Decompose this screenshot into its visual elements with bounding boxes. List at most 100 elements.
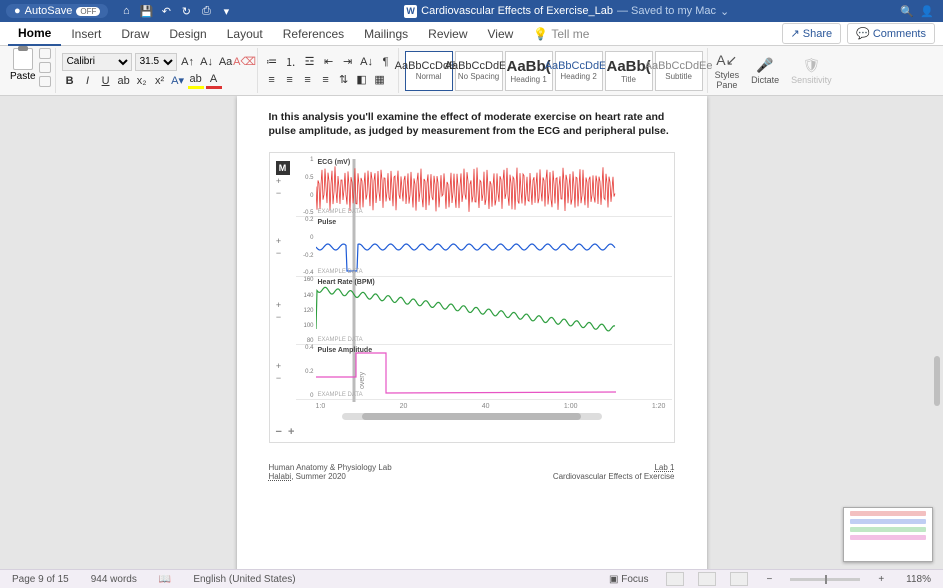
time-axis: 1:020401:001:20	[316, 403, 666, 410]
styles-pane-button[interactable]: A↙Styles Pane	[710, 52, 745, 90]
tab-design[interactable]: Design	[159, 23, 216, 45]
tab-review[interactable]: Review	[418, 23, 477, 45]
style-no-spacing[interactable]: AaBbCcDdEeNo Spacing	[455, 51, 503, 91]
track-zoom-out-icon[interactable]: −	[274, 248, 284, 258]
tab-draw[interactable]: Draw	[111, 23, 159, 45]
intro-paragraph[interactable]: In this analysis you'll examine the effe…	[269, 110, 675, 138]
decrease-font-icon[interactable]: A↓	[199, 54, 215, 70]
document-canvas[interactable]: In this analysis you'll examine the effe…	[0, 96, 943, 569]
tell-me[interactable]: 💡 Tell me	[523, 23, 599, 45]
multilevel-icon[interactable]: ☲	[302, 54, 318, 70]
tab-layout[interactable]: Layout	[217, 23, 273, 45]
font-name-select[interactable]: Calibri	[62, 53, 132, 71]
font-color-icon[interactable]: A	[206, 73, 222, 89]
share-button[interactable]: ↗ Share	[782, 23, 842, 44]
view-web-icon[interactable]	[730, 572, 748, 586]
view-read-icon[interactable]	[666, 572, 684, 586]
track-zoom-out-icon[interactable]: −	[274, 188, 284, 198]
line-spacing-icon[interactable]: ⇅	[336, 72, 352, 88]
tab-view[interactable]: View	[478, 23, 524, 45]
increase-indent-icon[interactable]: ⇥	[340, 54, 356, 70]
dictate-button[interactable]: 🎤Dictate	[746, 57, 784, 85]
tab-insert[interactable]: Insert	[61, 23, 111, 45]
font-size-select[interactable]: 31.5	[135, 53, 177, 71]
redo-icon[interactable]: ↻	[178, 5, 194, 18]
italic-button[interactable]: I	[80, 73, 96, 89]
subscript-button[interactable]: x₂	[134, 73, 150, 89]
footer-author: Halabi	[269, 472, 292, 481]
title-bar: ●AutoSave OFF ⌂ 💾 ↶ ↻ ⎙ ▾ W Cardiovascul…	[0, 0, 943, 22]
title-chevron-icon[interactable]: ⌄	[720, 5, 729, 18]
autosave-toggle[interactable]: ●AutoSave OFF	[6, 4, 108, 18]
style-subtitle[interactable]: AaBbCcDdEeSubtitle	[655, 51, 703, 91]
clear-format-icon[interactable]: A⌫	[237, 54, 253, 70]
change-case-icon[interactable]: Aa	[218, 54, 234, 70]
example-data-watermark: EXAMPLE DATA	[318, 392, 363, 398]
styles-gallery[interactable]: AaBbCcDdEeNormalAaBbCcDdEeNo SpacingAaBb…	[401, 48, 708, 93]
align-right-icon[interactable]: ≡	[300, 72, 316, 88]
chart-label: Heart Rate (BPM)	[318, 279, 375, 286]
chart-label: ECG (mV)	[318, 159, 351, 166]
track-zoom-in-icon[interactable]: +	[274, 300, 284, 310]
chart-track-2: +−16014012010080Heart Rate (BPM)EXAMPLE …	[296, 277, 672, 345]
page-thumbnail[interactable]	[843, 507, 933, 562]
zoom-out-icon[interactable]: −	[276, 426, 282, 438]
track-zoom-in-icon[interactable]: +	[274, 176, 284, 186]
account-icon[interactable]: 👤	[919, 5, 935, 18]
zoom-in-icon[interactable]: +	[288, 426, 294, 438]
copy-icon[interactable]	[39, 62, 51, 73]
align-left-icon[interactable]: ≡	[264, 72, 280, 88]
borders-icon[interactable]: ▦	[372, 72, 388, 88]
pilcrow-icon[interactable]: ¶	[378, 54, 394, 70]
paste-button[interactable]: Paste	[10, 48, 36, 82]
shading-icon[interactable]: ◧	[354, 72, 370, 88]
sort-icon[interactable]: A↓	[359, 54, 375, 70]
view-print-icon[interactable]	[698, 572, 716, 586]
zoom-slider[interactable]	[790, 578, 860, 581]
tab-references[interactable]: References	[273, 23, 354, 45]
comments-button[interactable]: 💬 Comments	[847, 23, 935, 44]
bullets-icon[interactable]: ≔	[264, 54, 280, 70]
tab-mailings[interactable]: Mailings	[354, 23, 418, 45]
style-heading-2[interactable]: AaBbCcDdEeHeading 2	[555, 51, 603, 91]
increase-font-icon[interactable]: A↑	[180, 54, 196, 70]
status-page[interactable]: Page 9 of 15	[8, 574, 73, 585]
document-page[interactable]: In this analysis you'll examine the effe…	[237, 96, 707, 569]
spellcheck-icon[interactable]: 📖	[155, 574, 175, 585]
tab-home[interactable]: Home	[8, 22, 61, 46]
bold-button[interactable]: B	[62, 73, 78, 89]
print-icon[interactable]: ⎙	[198, 5, 214, 18]
strike-button[interactable]: ab	[116, 73, 132, 89]
status-bar: Page 9 of 15 944 words 📖 English (United…	[0, 569, 943, 588]
track-zoom-in-icon[interactable]: +	[274, 236, 284, 246]
superscript-button[interactable]: x²	[152, 73, 168, 89]
align-center-icon[interactable]: ≡	[282, 72, 298, 88]
vertical-scrollbar[interactable]	[932, 96, 942, 569]
chevron-down-icon[interactable]: ▾	[218, 5, 234, 18]
track-zoom-out-icon[interactable]: −	[274, 312, 284, 322]
status-word-count[interactable]: 944 words	[87, 574, 141, 585]
track-zoom-out-icon[interactable]: −	[274, 373, 284, 383]
home-icon[interactable]: ⌂	[118, 5, 134, 17]
zoom-in-button[interactable]: +	[874, 574, 888, 585]
highlight-icon[interactable]: ab	[188, 73, 204, 89]
numbering-icon[interactable]: ⒈	[283, 54, 299, 70]
chart-horizontal-scrollbar[interactable]	[342, 413, 602, 420]
justify-icon[interactable]: ≡	[318, 72, 334, 88]
format-painter-icon[interactable]	[39, 76, 51, 87]
track-zoom-in-icon[interactable]: +	[274, 361, 284, 371]
underline-button[interactable]: U	[98, 73, 114, 89]
zoom-out-button[interactable]: −	[762, 574, 776, 585]
zoom-level[interactable]: 118%	[902, 574, 935, 585]
cut-icon[interactable]	[39, 48, 51, 59]
sensitivity-button[interactable]: 🛡Sensitivity	[786, 57, 837, 85]
chart-track-3: +−0.40.20Pulse AmplitudeEXAMPLE DATAover…	[296, 345, 672, 400]
search-icon[interactable]: 🔍	[899, 5, 915, 18]
status-language[interactable]: English (United States)	[189, 574, 299, 585]
example-data-watermark: EXAMPLE DATA	[318, 269, 363, 275]
text-effects-icon[interactable]: A▾	[170, 73, 186, 89]
undo-icon[interactable]: ↶	[158, 5, 174, 18]
focus-mode-button[interactable]: ▣ Focus	[605, 574, 652, 585]
save-icon[interactable]: 💾	[138, 5, 154, 18]
decrease-indent-icon[interactable]: ⇤	[321, 54, 337, 70]
